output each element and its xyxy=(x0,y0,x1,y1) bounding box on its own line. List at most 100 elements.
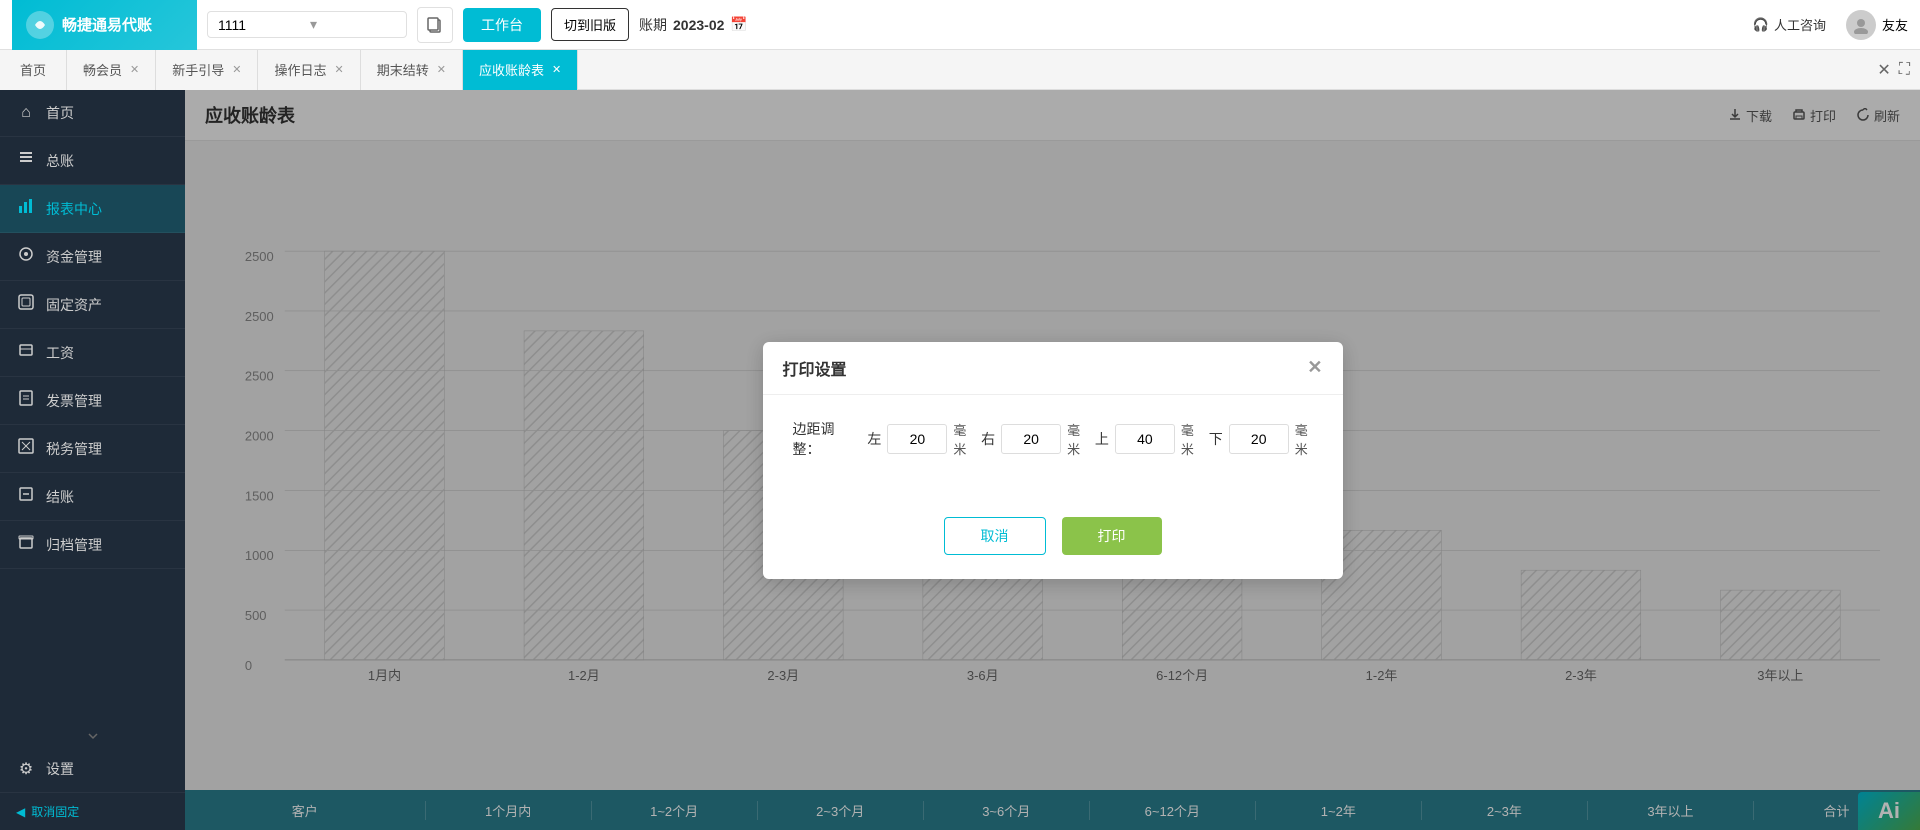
main-layout: ⌂ 首页 总账 报表中心 资金管理 固定资产 xyxy=(0,90,1920,830)
sidebar-settings-label: 设置 xyxy=(46,759,74,779)
sidebar-item-ledger[interactable]: 总账 xyxy=(0,137,185,185)
sidebar-item-archive[interactable]: 归档管理 xyxy=(0,521,185,569)
tab-home-label: 首页 xyxy=(20,60,46,79)
tab-member[interactable]: 畅会员 ✕ xyxy=(67,50,156,90)
sidebar: ⌂ 首页 总账 报表中心 资金管理 固定资产 xyxy=(0,90,185,830)
tab-member-close[interactable]: ✕ xyxy=(130,63,139,76)
sidebar-salary-label: 工资 xyxy=(46,343,74,363)
sidebar-item-settle[interactable]: 结账 xyxy=(0,473,185,521)
collapse-icon: ◀ xyxy=(16,805,25,819)
sidebar-item-asset[interactable]: 固定资产 xyxy=(0,281,185,329)
period-value: 2023-02 xyxy=(673,17,724,33)
tab-log-label: 操作日志 xyxy=(274,60,326,79)
modal-title: 打印设置 xyxy=(783,356,847,380)
ledger-icon xyxy=(16,150,36,171)
copy-button[interactable] xyxy=(417,7,453,43)
archive-icon xyxy=(16,534,36,555)
sidebar-invoice-label: 发票管理 xyxy=(46,391,102,411)
print-settings-modal: 打印设置 ✕ 边距调整： 左 毫米 右 毫米 xyxy=(763,342,1343,579)
sidebar-item-capital[interactable]: 资金管理 xyxy=(0,233,185,281)
capital-icon xyxy=(16,246,36,267)
salary-icon xyxy=(16,342,36,363)
calendar-icon[interactable]: 📅 xyxy=(730,16,747,33)
tab-maximize-icon[interactable]: ⛶ xyxy=(1899,61,1910,79)
sidebar-collapse-button[interactable]: ◀ 取消固定 xyxy=(0,793,185,830)
top-unit: 毫米 xyxy=(1181,420,1199,458)
consult-label: 人工咨询 xyxy=(1774,15,1826,34)
sidebar-settle-label: 结账 xyxy=(46,487,74,507)
sidebar-item-report[interactable]: 报表中心 xyxy=(0,185,185,233)
sidebar-ledger-label: 总账 xyxy=(46,151,74,171)
company-name: 1111 xyxy=(218,17,304,33)
top-label: 上 xyxy=(1095,429,1109,449)
margin-label: 边距调整： xyxy=(793,419,858,459)
user-area[interactable]: 友友 xyxy=(1846,10,1908,40)
left-margin-input[interactable] xyxy=(887,424,947,454)
tab-period-end-label: 期末结转 xyxy=(377,60,429,79)
sidebar-scroll-indicator xyxy=(0,726,185,746)
consult-button[interactable]: 🎧 人工咨询 xyxy=(1753,15,1826,34)
content-area: 应收账龄表 下载 打印 刷新 2500 2 xyxy=(185,90,1920,830)
right-label: 右 xyxy=(981,429,995,449)
tab-home[interactable]: 首页 xyxy=(0,50,67,90)
modal-body: 边距调整： 左 毫米 右 毫米 上 xyxy=(763,395,1343,507)
modal-header: 打印设置 ✕ xyxy=(763,342,1343,395)
tab-member-label: 畅会员 xyxy=(83,60,122,79)
period-area: 账期 2023-02 📅 xyxy=(639,15,748,35)
home-icon: ⌂ xyxy=(16,104,36,122)
logo-icon xyxy=(26,11,54,39)
switch-old-button[interactable]: 切到旧版 xyxy=(551,8,629,41)
tab-close-window-icon[interactable]: ✕ xyxy=(1877,60,1890,80)
logo-title: 畅捷通易代账 xyxy=(62,14,152,35)
bottom-unit: 毫米 xyxy=(1295,420,1313,458)
sidebar-archive-label: 归档管理 xyxy=(46,535,102,555)
period-label: 账期 xyxy=(639,15,667,35)
bottom-label: 下 xyxy=(1209,429,1223,449)
settings-icon: ⚙ xyxy=(16,759,36,779)
sidebar-item-tax[interactable]: 税务管理 xyxy=(0,425,185,473)
company-selector[interactable]: 1111 ▾ xyxy=(207,11,407,38)
header-right: 🎧 人工咨询 友友 xyxy=(1753,10,1908,40)
left-label: 左 xyxy=(867,429,881,449)
workbench-button[interactable]: 工作台 xyxy=(463,8,541,42)
bottom-margin-group: 下 毫米 xyxy=(1209,420,1313,458)
sidebar-home-label: 首页 xyxy=(46,103,74,123)
settle-icon xyxy=(16,486,36,507)
tab-aging[interactable]: 应收账龄表 ✕ xyxy=(463,50,578,90)
tab-period-end[interactable]: 期末结转 ✕ xyxy=(361,50,463,90)
modal-close-button[interactable]: ✕ xyxy=(1307,357,1322,378)
modal-footer: 取消 打印 xyxy=(763,507,1343,579)
sidebar-capital-label: 资金管理 xyxy=(46,247,102,267)
headset-icon: 🎧 xyxy=(1753,17,1769,33)
tab-aging-close[interactable]: ✕ xyxy=(552,63,561,76)
sidebar-asset-label: 固定资产 xyxy=(46,295,102,315)
report-icon xyxy=(16,198,36,219)
tab-guide-label: 新手引导 xyxy=(172,60,224,79)
sidebar-report-label: 报表中心 xyxy=(46,199,102,219)
tab-log-close[interactable]: ✕ xyxy=(335,63,344,76)
avatar xyxy=(1846,10,1876,40)
tab-log[interactable]: 操作日志 ✕ xyxy=(258,50,360,90)
invoice-icon xyxy=(16,390,36,411)
collapse-label: 取消固定 xyxy=(31,803,79,820)
tab-period-end-close[interactable]: ✕ xyxy=(437,63,446,76)
confirm-print-button[interactable]: 打印 xyxy=(1062,517,1162,555)
sidebar-item-salary[interactable]: 工资 xyxy=(0,329,185,377)
modal-overlay: 打印设置 ✕ 边距调整： 左 毫米 右 毫米 xyxy=(185,90,1920,830)
sidebar-item-settings[interactable]: ⚙ 设置 xyxy=(0,746,185,793)
top-header: 畅捷通易代账 1111 ▾ 工作台 切到旧版 账期 2023-02 📅 🎧 人工… xyxy=(0,0,1920,50)
tab-guide[interactable]: 新手引导 ✕ xyxy=(156,50,258,90)
sidebar-item-home[interactable]: ⌂ 首页 xyxy=(0,90,185,137)
margin-row: 边距调整： 左 毫米 右 毫米 上 xyxy=(793,419,1313,459)
logo-area: 畅捷通易代账 xyxy=(12,0,197,50)
top-margin-input[interactable] xyxy=(1115,424,1175,454)
sidebar-item-invoice[interactable]: 发票管理 xyxy=(0,377,185,425)
asset-icon xyxy=(16,294,36,315)
cancel-button[interactable]: 取消 xyxy=(944,517,1046,555)
right-margin-group: 右 毫米 xyxy=(981,420,1085,458)
bottom-margin-input[interactable] xyxy=(1229,424,1289,454)
right-margin-input[interactable] xyxy=(1001,424,1061,454)
right-unit: 毫米 xyxy=(1067,420,1085,458)
tab-guide-close[interactable]: ✕ xyxy=(232,63,241,76)
tab-aging-label: 应收账龄表 xyxy=(479,60,544,79)
